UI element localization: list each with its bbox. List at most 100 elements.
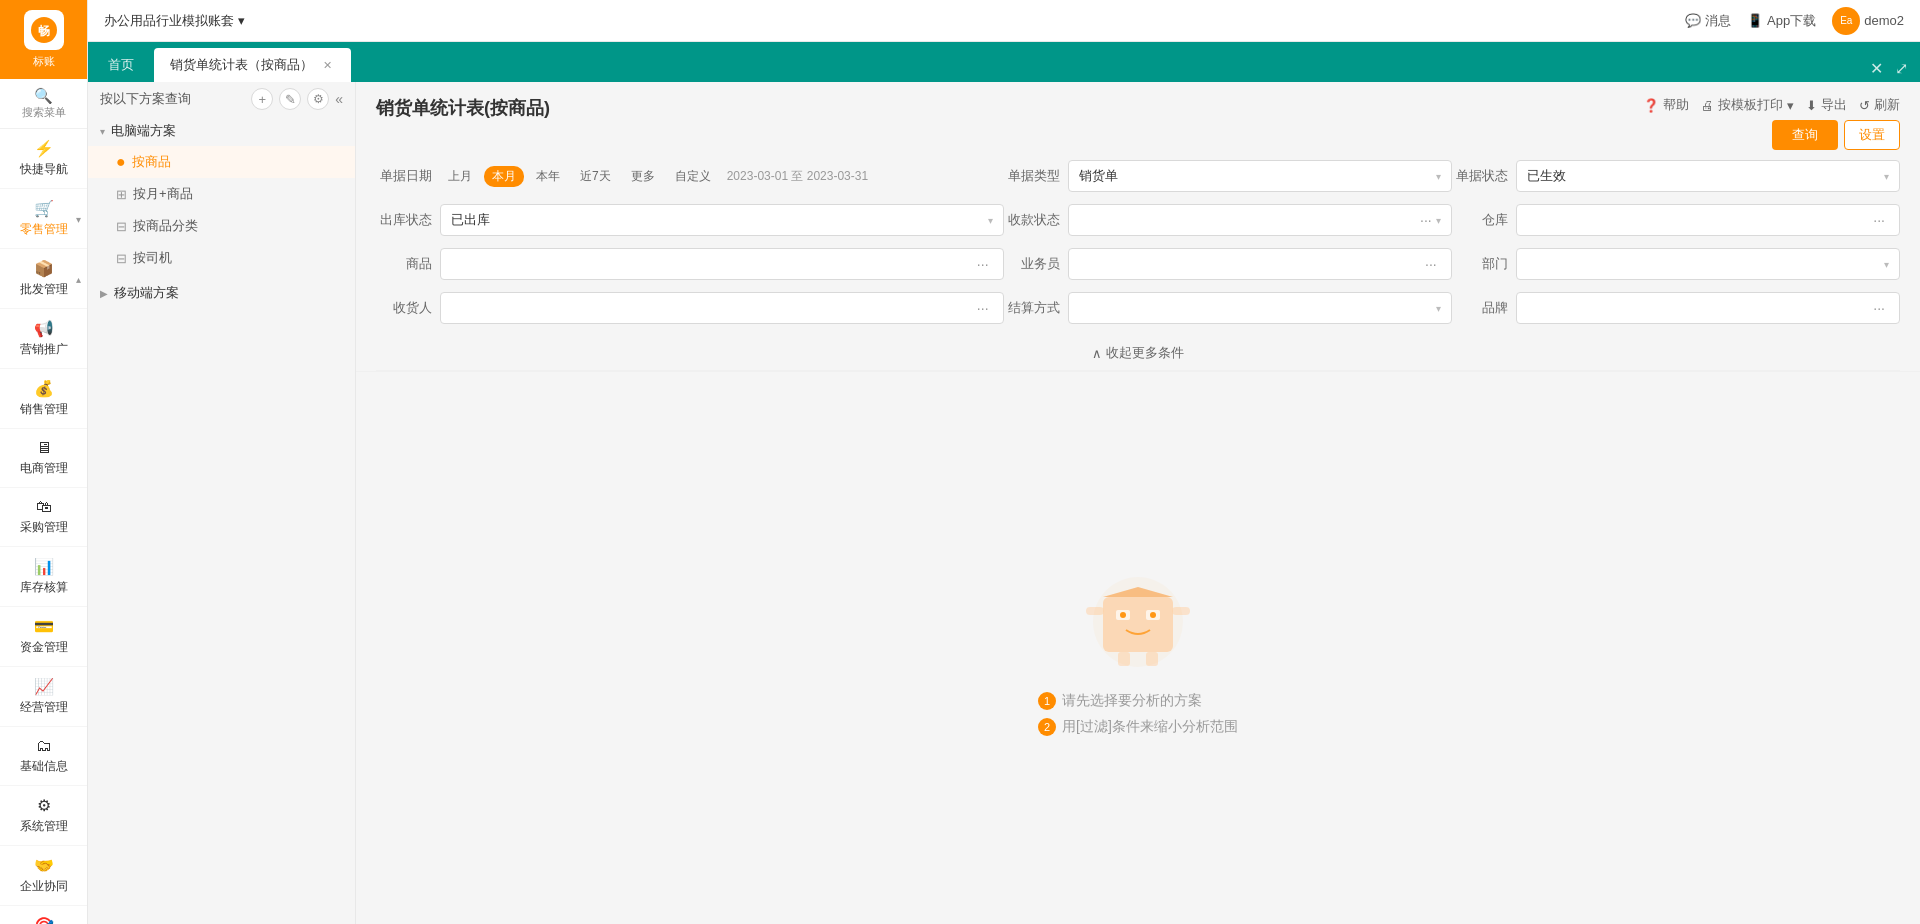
sales-label: 业务员	[1004, 255, 1060, 273]
date-tag-last-month[interactable]: 上月	[440, 166, 480, 187]
panel-collapse-btn[interactable]: «	[335, 91, 343, 107]
tip-num-1: 1	[1038, 692, 1056, 710]
tab-home[interactable]: 首页	[92, 48, 150, 82]
filter-row-1: 单据日期 上月 本月 本年 近7天 更多 自定义 2023-03-01 至 20…	[376, 160, 1900, 192]
product-label: 商品	[376, 255, 432, 273]
export-label: 导出	[1821, 96, 1847, 114]
left-panel-actions: + ✎ ⚙ «	[251, 88, 343, 110]
date-tag-custom[interactable]: 自定义	[667, 166, 719, 187]
sidebar-item-quicknav[interactable]: ⚡ 快捷导航	[0, 129, 87, 189]
sidebar-search-label: 搜索菜单	[22, 105, 66, 120]
solution-item-by-product[interactable]: ● 按商品	[88, 146, 355, 178]
docstatus-control[interactable]: 已生效 ▾	[1516, 160, 1900, 192]
dots-icon: ···	[1416, 212, 1436, 228]
left-panel-title: 按以下方案查询	[100, 90, 191, 108]
sidebar-item-marketing[interactable]: 📢 营销推广	[0, 309, 87, 369]
solution-group-mobile-header[interactable]: ▶ 移动端方案	[88, 278, 355, 308]
warehouse-control[interactable]: 已出库 ▾	[440, 204, 1004, 236]
sidebar-item-base[interactable]: 🗂 基础信息	[0, 727, 87, 786]
left-panel-header: 按以下方案查询 + ✎ ⚙ «	[88, 82, 355, 116]
paymethod-control[interactable]: ▾	[1068, 292, 1452, 324]
sidebar-item-label: 资金管理	[20, 639, 68, 656]
header-right: 💬 消息 📱 App下载 Ea demo2	[1685, 7, 1904, 35]
tab-sales-stat[interactable]: 销货单统计表（按商品） ✕	[154, 48, 351, 82]
sidebar-item-finance[interactable]: 💳 资金管理	[0, 607, 87, 667]
sales-control[interactable]: ···	[1068, 248, 1452, 280]
filter-row-2: 出库状态 已出库 ▾ 收款状态 ··· ▾	[376, 204, 1900, 236]
industry-name: 办公用品行业模拟账套	[104, 12, 234, 30]
sidebar-item-guide[interactable]: 🎯 新手引导	[0, 906, 87, 924]
solution-item-label: 按商品	[132, 153, 171, 171]
date-tag-7days[interactable]: 近7天	[572, 166, 619, 187]
dots-icon: ···	[973, 300, 993, 316]
date-tag-this-year[interactable]: 本年	[528, 166, 568, 187]
user-area[interactable]: Ea demo2	[1832, 7, 1904, 35]
filter-paymethod-area: 结算方式 ▾	[1004, 292, 1452, 324]
empty-state: 1 请先选择要分析的方案 2 用[过滤]条件来缩小分析范围	[356, 372, 1920, 924]
sidebar-item-wholesale[interactable]: 📦 批发管理 ▴	[0, 249, 87, 309]
solution-item-label: 按月+商品	[133, 185, 193, 203]
solution-group-pc: ▾ 电脑端方案 ● 按商品 ⊞ 按月+商品 ⊟ 按商品分类 ⊟ 按司机	[88, 116, 355, 274]
sidebar-item-inventory[interactable]: 📊 库存核算	[0, 547, 87, 607]
payment-control[interactable]: ··· ▾	[1068, 204, 1452, 236]
date-tag-this-month[interactable]: 本月	[484, 166, 524, 187]
payment-label: 收款状态	[1004, 211, 1060, 229]
filter-date-area: 单据日期 上月 本月 本年 近7天 更多 自定义 2023-03-01 至 20…	[376, 166, 1004, 187]
print-icon: 🖨	[1701, 98, 1714, 113]
sidebar-item-retail[interactable]: 🛒 零售管理 ▾	[0, 189, 87, 249]
product-control[interactable]: ···	[440, 248, 1004, 280]
app-download-action[interactable]: 📱 App下载	[1747, 12, 1816, 30]
add-solution-btn[interactable]: +	[251, 88, 273, 110]
tab-close-all-btn[interactable]: ✕	[1866, 55, 1887, 82]
export-btn[interactable]: ⬇ 导出	[1806, 96, 1847, 114]
tab-close-btn[interactable]: ✕	[319, 57, 335, 73]
collapse-label: 收起更多条件	[1106, 344, 1184, 362]
sidebar-item-sales[interactable]: 💰 销售管理	[0, 369, 87, 429]
tip-text-1: 请先选择要分析的方案	[1062, 692, 1202, 710]
svg-text:畅: 畅	[38, 24, 50, 38]
date-range-text: 2023-03-01 至 2023-03-31	[727, 168, 868, 185]
sidebar-item-label: 快捷导航	[20, 161, 68, 178]
solution-item-by-cashier[interactable]: ⊟ 按司机	[88, 242, 355, 274]
industry-selector[interactable]: 办公用品行业模拟账套 ▾	[104, 12, 245, 30]
sidebar-search[interactable]: 🔍 搜索菜单	[0, 79, 87, 129]
sidebar-item-purchase[interactable]: 🛍 采购管理	[0, 488, 87, 547]
sidebar-item-ecom[interactable]: 🖥 电商管理	[0, 429, 87, 488]
header-left: 办公用品行业模拟账套 ▾	[104, 12, 245, 30]
doctype-label: 单据类型	[1004, 167, 1060, 185]
sidebar-item-system[interactable]: ⚙ 系统管理	[0, 786, 87, 846]
right-panel: 销货单统计表(按商品) ❓ 帮助 🖨 按模板打印 ▾ ⬇	[356, 82, 1920, 924]
doctype-control[interactable]: 销货单 ▾	[1068, 160, 1452, 192]
receiver-control[interactable]: ···	[440, 292, 1004, 324]
tab-home-label: 首页	[108, 56, 134, 74]
group-title: 移动端方案	[114, 284, 179, 302]
purchase-icon: 🛍	[36, 498, 52, 516]
filter-brand-area: 品牌 ···	[1452, 292, 1900, 324]
sidebar-item-operations[interactable]: 📈 经营管理	[0, 667, 87, 727]
solution-group-pc-header[interactable]: ▾ 电脑端方案	[88, 116, 355, 146]
settings-button[interactable]: 设置	[1844, 120, 1900, 150]
edit-solution-btn[interactable]: ✎	[279, 88, 301, 110]
username-label: demo2	[1864, 13, 1904, 28]
filter-section: 单据日期 上月 本月 本年 近7天 更多 自定义 2023-03-01 至 20…	[356, 160, 1920, 372]
dept-control[interactable]: ▾	[1516, 248, 1900, 280]
sidebar-item-cooperation[interactable]: 🤝 企业协同	[0, 846, 87, 906]
solution-item-by-month[interactable]: ⊞ 按月+商品	[88, 178, 355, 210]
help-btn[interactable]: ❓ 帮助	[1643, 96, 1689, 114]
paymethod-label: 结算方式	[1004, 299, 1060, 317]
query-button[interactable]: 查询	[1772, 120, 1838, 150]
date-tag-more[interactable]: 更多	[623, 166, 663, 187]
right-panel-header: 销货单统计表(按商品) ❓ 帮助 🖨 按模板打印 ▾ ⬇	[356, 82, 1920, 160]
solution-item-by-category[interactable]: ⊟ 按商品分类	[88, 210, 355, 242]
print-btn[interactable]: 🖨 按模板打印 ▾	[1701, 96, 1794, 114]
storage-control[interactable]: ···	[1516, 204, 1900, 236]
settings-solution-btn[interactable]: ⚙	[307, 88, 329, 110]
refresh-icon: ↺	[1859, 98, 1870, 113]
tab-expand-btn[interactable]: ⤢	[1891, 55, 1912, 82]
refresh-btn[interactable]: ↺ 刷新	[1859, 96, 1900, 114]
date-filter: 上月 本月 本年 近7天 更多 自定义	[440, 166, 719, 187]
brand-control[interactable]: ···	[1516, 292, 1900, 324]
item-active-icon: ●	[116, 153, 126, 171]
collapse-bar[interactable]: ∧ 收起更多条件	[376, 336, 1900, 371]
message-action[interactable]: 💬 消息	[1685, 12, 1731, 30]
